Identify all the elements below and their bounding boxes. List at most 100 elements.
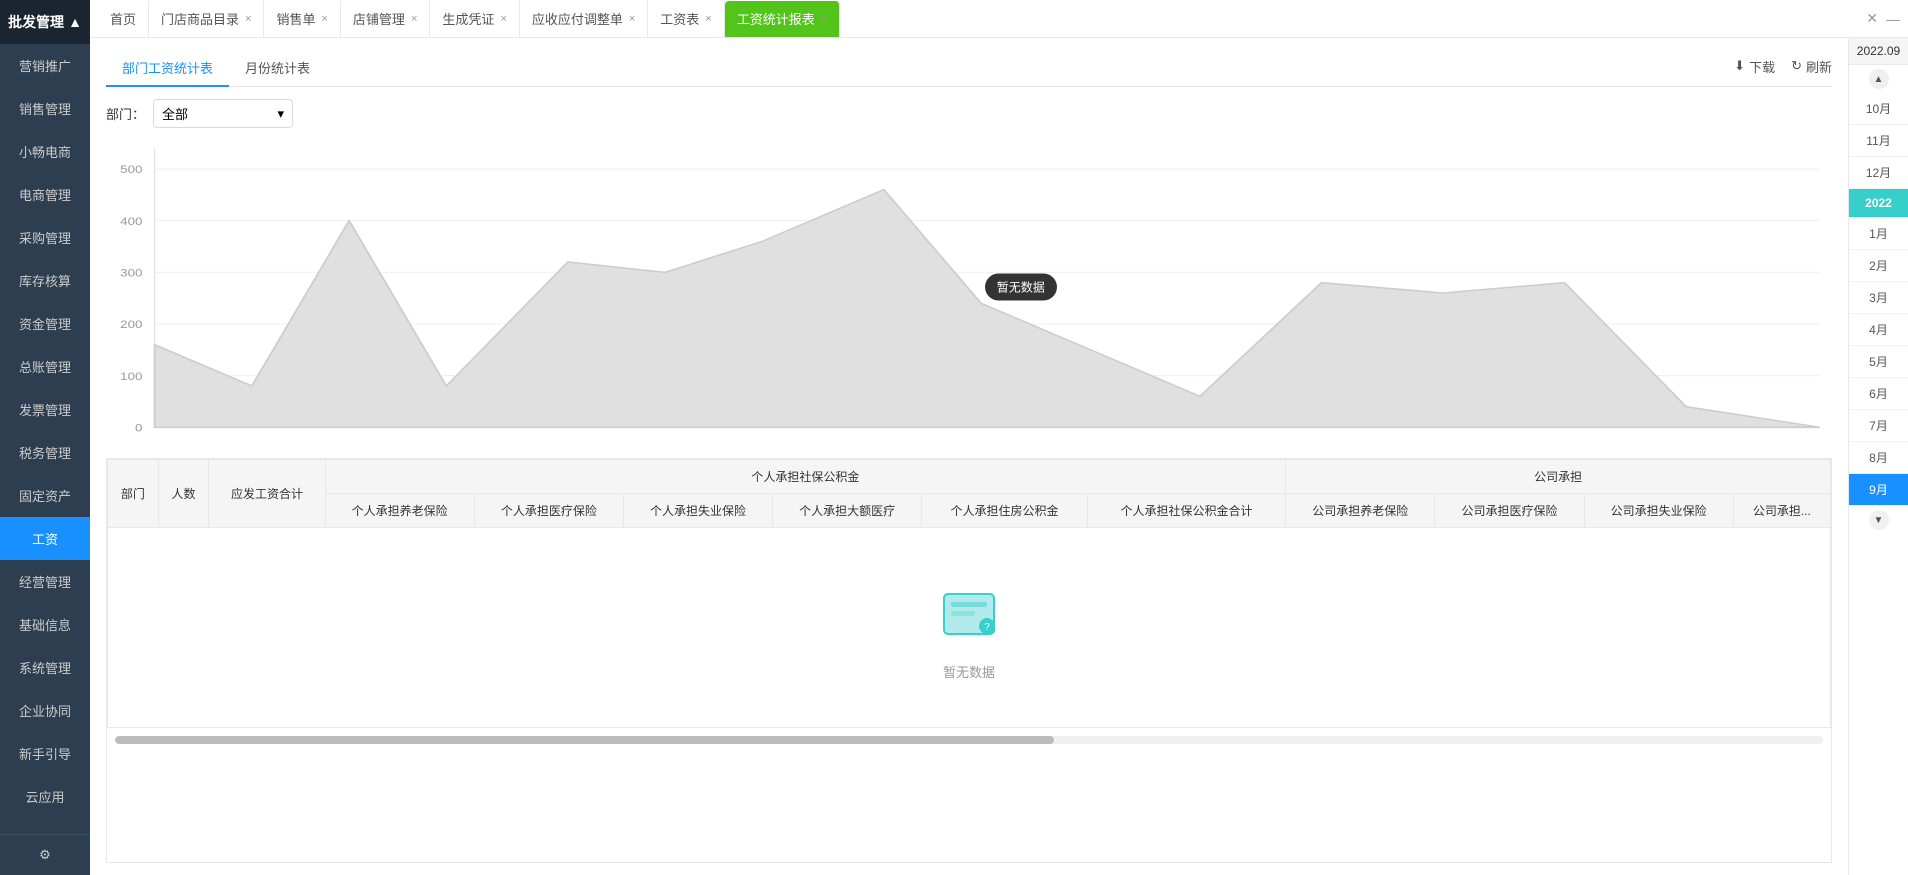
sidebar: 批发管理 ▲ 营销推广销售管理小畅电商电商管理采购管理库存核算资金管理总账管理发… — [0, 0, 90, 875]
sidebar-item-税务管理[interactable]: 税务管理 — [0, 431, 90, 474]
col-个人承担大额医疗: 个人承担大额医疗 — [773, 494, 922, 528]
col-dept: 部门 — [108, 460, 159, 528]
date-item-12月[interactable]: 12月 — [1849, 157, 1908, 189]
tab-label: 工资表 — [660, 9, 699, 28]
date-item-3月[interactable]: 3月 — [1849, 282, 1908, 314]
date-item-2月[interactable]: 2月 — [1849, 250, 1908, 282]
tab-工资统计报表[interactable]: 工资统计报表× — [725, 1, 840, 37]
sub-tabs: 部门工资统计表月份统计表 ⬇ 下载 ↻ 刷新 — [106, 50, 1832, 87]
sidebar-item-库存核算[interactable]: 库存核算 — [0, 259, 90, 302]
tab-店铺管理[interactable]: 店铺管理 × — [341, 1, 430, 37]
chart-area: 0 100 200 300 400 500 暂无数据 — [106, 138, 1832, 448]
table-container[interactable]: 部门 人数 应发工资合计 个人承担社保公积金 公司承担 个人承担养老保险个人承担… — [106, 458, 1832, 863]
window-close-btn[interactable]: ✕ — [1866, 10, 1878, 27]
tab-销售单[interactable]: 销售单 × — [264, 1, 340, 37]
dept-label: 部门： — [106, 104, 145, 123]
svg-text:100: 100 — [120, 370, 142, 383]
date-item-8月[interactable]: 8月 — [1849, 442, 1908, 474]
sidebar-settings[interactable]: ⚙ — [0, 834, 90, 875]
svg-text:400: 400 — [120, 215, 142, 228]
sub-tab-月份统计表[interactable]: 月份统计表 — [229, 50, 326, 87]
date-panel-header: 2022.09 — [1849, 38, 1908, 65]
sidebar-item-工资[interactable]: 工资 — [0, 517, 90, 560]
tab-门店商品目录[interactable]: 门店商品目录 × — [149, 1, 264, 37]
window-minimize-btn[interactable]: — — [1886, 11, 1900, 27]
col-公司承担医疗保险: 公司承担医疗保险 — [1435, 494, 1584, 528]
col-company-insurance-group: 公司承担 — [1286, 460, 1831, 494]
tab-close-icon[interactable]: × — [629, 13, 635, 25]
download-button[interactable]: ⬇ 下载 — [1734, 57, 1775, 76]
tab-label: 应收应付调整单 — [532, 9, 623, 28]
tab-bar: 首页门店商品目录×销售单×店铺管理×生成凭证×应收应付调整单×工资表×工资统计报… — [90, 0, 1908, 38]
chevron-down-icon: ▾ — [277, 106, 284, 122]
date-item-1月[interactable]: 1月 — [1849, 218, 1908, 250]
sidebar-item-企业协同[interactable]: 企业协同 — [0, 689, 90, 732]
date-item-5月[interactable]: 5月 — [1849, 346, 1908, 378]
tab-close-icon[interactable]: × — [321, 13, 327, 25]
tab-label: 店铺管理 — [353, 9, 405, 28]
date-item-7月[interactable]: 7月 — [1849, 410, 1908, 442]
date-item-11月[interactable]: 11月 — [1849, 125, 1908, 157]
sidebar-item-发票管理[interactable]: 发票管理 — [0, 388, 90, 431]
date-nav-up-btn[interactable]: ▲ — [1869, 69, 1889, 89]
line-chart: 0 100 200 300 400 500 — [106, 138, 1832, 448]
col-个人承担失业保险: 个人承担失业保险 — [623, 494, 772, 528]
sidebar-item-云应用[interactable]: 云应用 — [0, 775, 90, 818]
tab-close-icon[interactable]: × — [821, 13, 827, 25]
sidebar-item-小畅电商[interactable]: 小畅电商 — [0, 130, 90, 173]
tab-工资表[interactable]: 工资表 × — [648, 1, 724, 37]
tab-close-icon[interactable]: × — [500, 13, 506, 25]
sidebar-item-营销推广[interactable]: 营销推广 — [0, 44, 90, 87]
sidebar-toggle-icon: ▲ — [68, 14, 82, 30]
col-total-salary: 应发工资合计 — [209, 460, 325, 528]
date-item-9月[interactable]: 9月 — [1849, 474, 1908, 506]
refresh-label: 刷新 — [1806, 57, 1832, 76]
tab-应收应付调整单[interactable]: 应收应付调整单 × — [520, 1, 648, 37]
tab-生成凭证[interactable]: 生成凭证× — [430, 1, 519, 37]
dept-select[interactable]: 全部 ▾ — [153, 99, 293, 128]
page-content: 部门工资统计表月份统计表 ⬇ 下载 ↻ 刷新 部门： — [90, 38, 1908, 875]
tab-label: 销售单 — [276, 9, 315, 28]
tab-close-icon[interactable]: × — [411, 13, 417, 25]
tab-close-icon[interactable]: × — [705, 13, 711, 25]
date-nav-up: ▲ — [1849, 65, 1908, 93]
date-item-6月[interactable]: 6月 — [1849, 378, 1908, 410]
col-公司承担...: 公司承担... — [1733, 494, 1830, 528]
col-headcount: 人数 — [158, 460, 209, 528]
empty-icon: ? — [929, 574, 1009, 654]
date-item-2022[interactable]: 2022 — [1849, 189, 1908, 218]
dept-value: 全部 — [162, 104, 188, 123]
date-panel-title: 2022.09 — [1857, 44, 1900, 58]
sub-tab-部门工资统计表[interactable]: 部门工资统计表 — [106, 50, 229, 87]
tab-首页[interactable]: 首页 — [98, 1, 149, 37]
sidebar-item-经营管理[interactable]: 经营管理 — [0, 560, 90, 603]
refresh-icon: ↻ — [1791, 58, 1802, 74]
sidebar-item-销售管理[interactable]: 销售管理 — [0, 87, 90, 130]
data-table: 部门 人数 应发工资合计 个人承担社保公积金 公司承担 个人承担养老保险个人承担… — [107, 459, 1831, 728]
no-data-label: 暂无数据 — [997, 280, 1045, 294]
svg-text:0: 0 — [135, 421, 143, 434]
col-个人承担医疗保险: 个人承担医疗保险 — [474, 494, 623, 528]
sidebar-item-固定资产[interactable]: 固定资产 — [0, 474, 90, 517]
date-panel: 2022.09 ▲ 10月11月12月20221月2月3月4月5月6月7月8月9… — [1848, 38, 1908, 875]
tab-close-icon[interactable]: × — [245, 13, 251, 25]
sidebar-item-电商管理[interactable]: 电商管理 — [0, 173, 90, 216]
refresh-button[interactable]: ↻ 刷新 — [1791, 57, 1832, 76]
sidebar-header[interactable]: 批发管理 ▲ — [0, 0, 90, 44]
tab-label: 门店商品目录 — [161, 9, 239, 28]
main-content: 首页门店商品目录×销售单×店铺管理×生成凭证×应收应付调整单×工资表×工资统计报… — [90, 0, 1908, 875]
sidebar-item-资金管理[interactable]: 资金管理 — [0, 302, 90, 345]
sidebar-item-总账管理[interactable]: 总账管理 — [0, 345, 90, 388]
sidebar-item-基础信息[interactable]: 基础信息 — [0, 603, 90, 646]
settings-icon: ⚙ — [39, 847, 51, 862]
sidebar-item-新手引导[interactable]: 新手引导 — [0, 732, 90, 775]
col-个人承担养老保险: 个人承担养老保险 — [325, 494, 474, 528]
date-item-4月[interactable]: 4月 — [1849, 314, 1908, 346]
sidebar-item-系统管理[interactable]: 系统管理 — [0, 646, 90, 689]
date-item-10月[interactable]: 10月 — [1849, 93, 1908, 125]
date-nav-down-btn[interactable]: ▼ — [1869, 510, 1889, 530]
col-公司承担失业保险: 公司承担失业保险 — [1584, 494, 1733, 528]
tab-label: 首页 — [110, 9, 136, 28]
toolbar: 部门： 全部 ▾ — [106, 99, 1832, 128]
sidebar-item-采购管理[interactable]: 采购管理 — [0, 216, 90, 259]
